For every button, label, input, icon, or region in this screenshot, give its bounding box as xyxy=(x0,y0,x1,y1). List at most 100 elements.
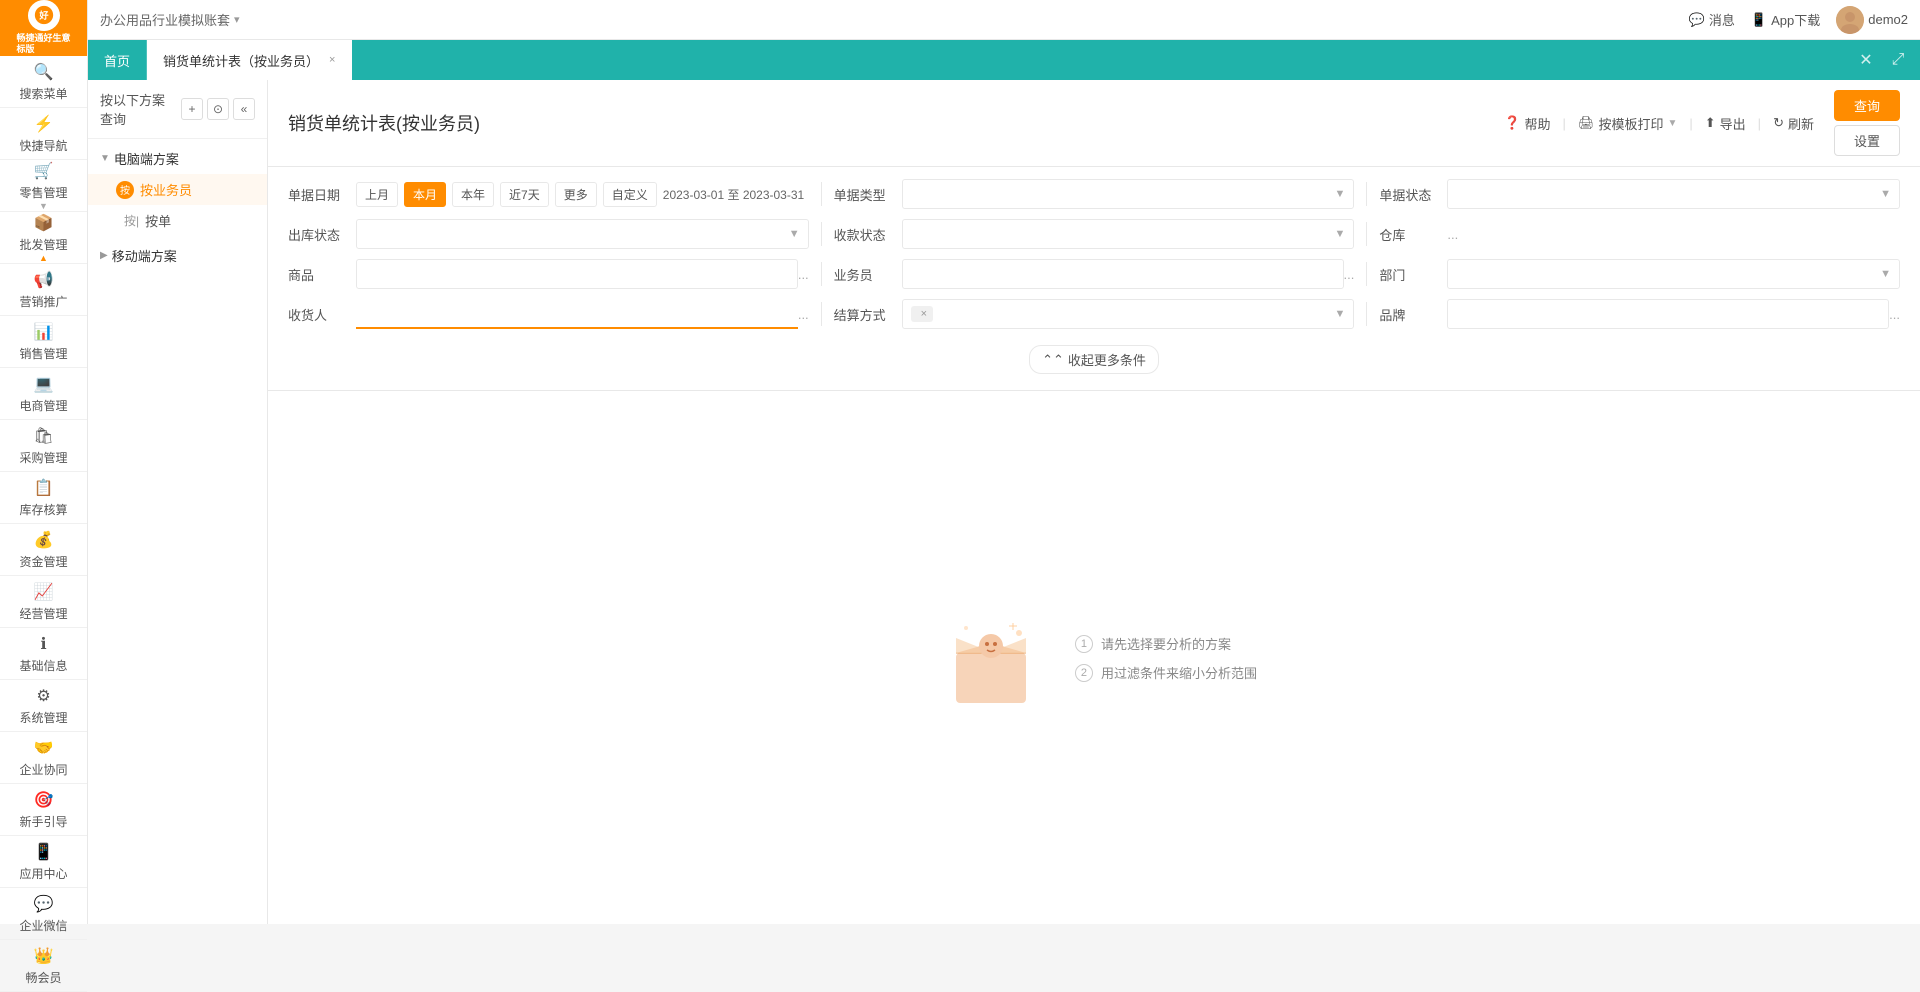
date-this-month-btn[interactable]: 本月 xyxy=(404,182,446,207)
salesperson-input[interactable] xyxy=(902,259,1344,289)
tree-item-by-salesperson[interactable]: 按 按业务员 xyxy=(88,174,267,205)
sidebar-item-system[interactable]: ⚙ 系统管理 xyxy=(0,680,87,732)
stockstatus-select[interactable]: ▼ xyxy=(356,219,809,249)
tree-arrow-desktop: ▼ xyxy=(100,153,110,164)
filter-cell-doctype: 单据类型 ▼ xyxy=(834,179,1355,209)
recipient-input[interactable] xyxy=(356,299,798,329)
date-custom-btn[interactable]: 自定义 xyxy=(603,182,657,207)
tab-home[interactable]: 首页 xyxy=(88,40,147,80)
order-scheme-icon: 按| xyxy=(124,212,139,229)
user-menu[interactable]: demo2 xyxy=(1836,6,1908,34)
date-more-btn[interactable]: 更多 xyxy=(555,182,597,207)
department-select[interactable]: ▼ xyxy=(1447,259,1900,289)
salesperson-more-btn[interactable]: ... xyxy=(1344,267,1355,282)
recipient-control: ... xyxy=(356,299,809,329)
tree-group-mobile-header[interactable]: ▶ 移动端方案 xyxy=(88,240,267,271)
sidebar-item-wholesale-label: 批发管理 xyxy=(19,236,67,253)
brand-more-btn[interactable]: ... xyxy=(1889,307,1900,322)
copy-scheme-button[interactable]: ⊙ xyxy=(207,98,229,120)
tree-group-desktop-header[interactable]: ▼ 电脑端方案 xyxy=(88,143,267,174)
collapse-arrow-icon: ⌃⌃ xyxy=(1042,352,1064,368)
sidebar-item-operation[interactable]: 📈 经营管理 xyxy=(0,576,87,628)
sidebar-item-appstore[interactable]: 📱 应用中心 xyxy=(0,836,87,888)
sidebar-item-guide[interactable]: 🎯 新手引导 xyxy=(0,784,87,836)
tree-item-order-label: 按单 xyxy=(145,211,171,230)
sidebar-item-marketing[interactable]: 📢 营销推广 xyxy=(0,264,87,316)
member-icon: 👑 xyxy=(34,946,54,966)
collapse-panel-button[interactable]: « xyxy=(233,98,255,120)
product-label: 商品 xyxy=(288,265,348,284)
app-download-button[interactable]: 📱 App下载 xyxy=(1751,10,1820,29)
sidebar-item-collab[interactable]: 🤝 企业协同 xyxy=(0,732,87,784)
print-button[interactable]: 🖨 按模板打印 ▼ xyxy=(1578,114,1677,133)
separator-3 xyxy=(821,222,822,246)
tab-active[interactable]: 销货单统计表（按业务员） × xyxy=(147,40,352,80)
sidebar-item-ecommerce[interactable]: 💻 电商管理 xyxy=(0,368,87,420)
filter-row-1: 单据日期 上月 本月 本年 近7天 更多 自定义 2023-03-01 至 20… xyxy=(288,179,1900,209)
recipient-more-btn[interactable]: ... xyxy=(798,307,809,322)
message-button[interactable]: 💬 消息 xyxy=(1689,10,1735,29)
sidebar-item-finance[interactable]: 💰 资金管理 xyxy=(0,524,87,576)
date-last7-btn[interactable]: 近7天 xyxy=(500,182,549,207)
warehouse-more-btn[interactable]: ... xyxy=(1447,227,1458,242)
tab-close-button[interactable]: × xyxy=(329,54,335,66)
empty-illustration xyxy=(931,598,1051,718)
stockstatus-arrow: ▼ xyxy=(789,228,800,240)
sales-icon: 📊 xyxy=(34,322,54,342)
product-input[interactable] xyxy=(356,259,798,289)
page-header: 销货单统计表(按业务员) ❓ 帮助 | 🖨 按模板打印 ▼ | ⬆ xyxy=(268,80,1920,167)
empty-hint-2: 2 用过滤条件来缩小分析范围 xyxy=(1075,663,1257,682)
sidebar-item-wecom-label: 企业微信 xyxy=(19,917,67,934)
sidebar-item-basic[interactable]: ℹ 基础信息 xyxy=(0,628,87,680)
sidebar-item-purchase[interactable]: 🛍 采购管理 xyxy=(0,420,87,472)
collapse-label: 收起更多条件 xyxy=(1068,350,1146,369)
brand-input[interactable] xyxy=(1447,299,1889,329)
sidebar-item-collab-label: 企业协同 xyxy=(19,761,67,778)
payment-tag-clear[interactable]: × xyxy=(921,308,927,320)
refresh-button[interactable]: ↻ 刷新 xyxy=(1773,114,1814,133)
docstatus-select[interactable]: ▼ xyxy=(1447,179,1900,209)
settings-button[interactable]: 设置 xyxy=(1834,125,1900,156)
paymentmethod-select[interactable]: × ▼ xyxy=(902,299,1355,329)
sidebar-item-quicknav[interactable]: ⚡ 快捷导航 xyxy=(0,108,87,160)
hint-num-1: 1 xyxy=(1075,635,1093,653)
sidebar-item-member[interactable]: 👑 畅会员 xyxy=(0,940,87,992)
product-more-btn[interactable]: ... xyxy=(798,267,809,282)
date-this-year-btn[interactable]: 本年 xyxy=(452,182,494,207)
export-button[interactable]: ⬆ 导出 xyxy=(1705,114,1746,133)
quicknav-icon: ⚡ xyxy=(34,114,54,134)
help-button[interactable]: ❓ 帮助 xyxy=(1504,114,1550,133)
tree-item-by-order[interactable]: 按| 按单 xyxy=(88,205,267,236)
date-label: 单据日期 xyxy=(288,185,348,204)
tab-close-all-button[interactable]: ✕ xyxy=(1852,46,1880,74)
sidebar-item-guide-label: 新手引导 xyxy=(19,813,67,830)
doctype-select[interactable]: ▼ xyxy=(902,179,1355,209)
tree-group-desktop: ▼ 电脑端方案 按 按业务员 按| 按单 xyxy=(88,139,267,240)
sidebar-item-sales[interactable]: 📊 销售管理 xyxy=(0,316,87,368)
wholesale-icon: 📦 xyxy=(34,213,54,233)
search-icon: 🔍 xyxy=(34,62,54,82)
date-range-display: 2023-03-01 至 2023-03-31 xyxy=(663,186,804,203)
sidebar-item-wholesale[interactable]: 📦 批发管理 ▲ xyxy=(0,212,87,264)
left-panel-header: 按以下方案查询 + ⊙ « xyxy=(88,80,267,139)
collapse-row: ⌃⌃ 收起更多条件 xyxy=(288,339,1900,378)
query-button[interactable]: 查询 xyxy=(1834,90,1900,121)
sidebar-item-finance-label: 资金管理 xyxy=(19,553,67,570)
paymentstatus-select[interactable]: ▼ xyxy=(902,219,1355,249)
warehouse-control: ... xyxy=(1447,227,1900,242)
print-chevron: ▼ xyxy=(1667,118,1677,129)
date-prev-month-btn[interactable]: 上月 xyxy=(356,182,398,207)
sidebar-item-inventory[interactable]: 📋 库存核算 xyxy=(0,472,87,524)
sidebar-item-search[interactable]: 🔍 搜索菜单 xyxy=(0,56,87,108)
sidebar-item-wecom[interactable]: 💬 企业微信 xyxy=(0,888,87,940)
sidebar-item-retail[interactable]: 🛒 零售管理 ▼ xyxy=(0,160,87,212)
filter-cell-recipient: 收货人 ... xyxy=(288,299,809,329)
salesperson-control: ... xyxy=(902,259,1355,289)
help-icon: ❓ xyxy=(1504,115,1520,131)
collapse-filters-button[interactable]: ⌃⌃ 收起更多条件 xyxy=(1029,345,1159,374)
add-scheme-button[interactable]: + xyxy=(181,98,203,120)
empty-content: 1 请先选择要分析的方案 2 用过滤条件来缩小分析范围 xyxy=(931,598,1257,718)
sidebar-item-operation-label: 经营管理 xyxy=(19,605,67,622)
hint-num-2: 2 xyxy=(1075,664,1093,682)
tab-maximize-button[interactable]: ⤢ xyxy=(1884,46,1912,74)
